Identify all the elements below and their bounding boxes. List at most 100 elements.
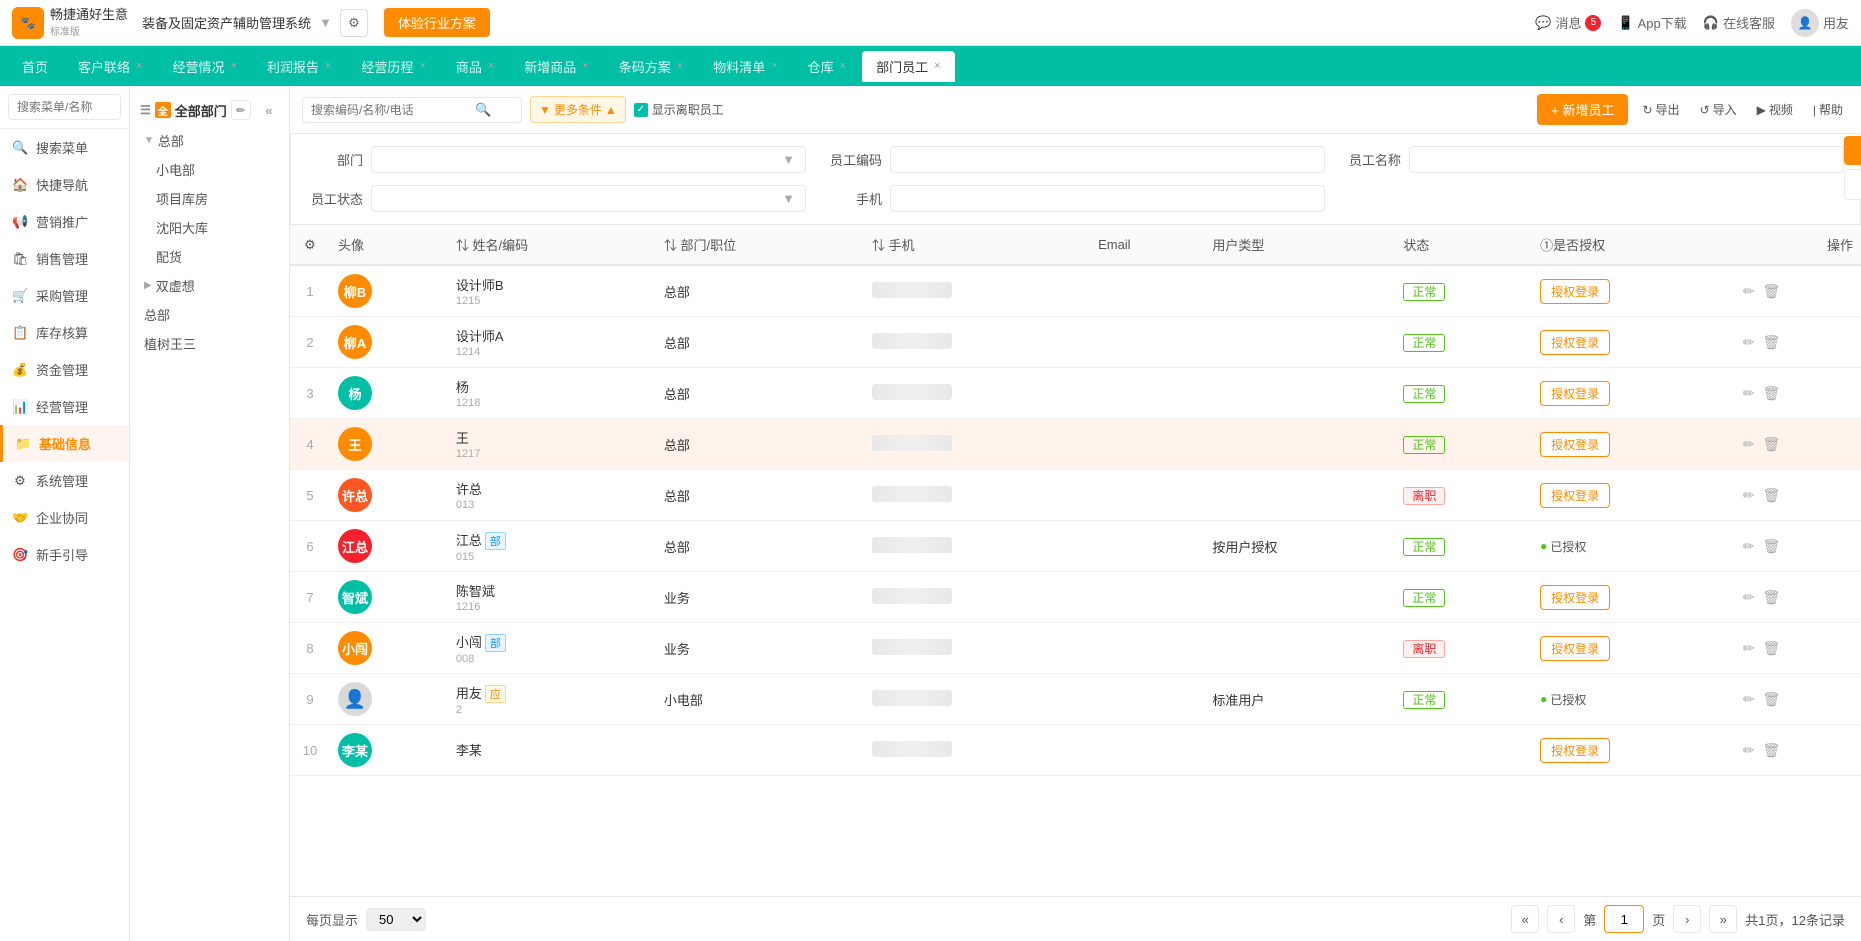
col-phone[interactable]: ⇅ 手机 bbox=[864, 225, 1090, 265]
delete-icon[interactable]: 🗑 bbox=[1763, 691, 1781, 708]
edit-icon[interactable]: ✏ bbox=[1743, 385, 1755, 402]
export-button[interactable]: ↻ 导出 bbox=[1636, 97, 1685, 122]
delete-icon[interactable]: 🗑 bbox=[1763, 640, 1781, 657]
edit-icon[interactable]: ✏ bbox=[1743, 640, 1755, 657]
app-download-button[interactable]: 📱 App下载 bbox=[1617, 13, 1686, 32]
sidebar-item-营销推广[interactable]: 📢营销推广 bbox=[0, 203, 129, 240]
sidebar-item-库存核算[interactable]: 📋库存核算 bbox=[0, 314, 129, 351]
close-icon[interactable]: × bbox=[325, 60, 331, 72]
show-inactive-checkbox[interactable]: ✓ bbox=[634, 103, 648, 117]
user-menu-button[interactable]: 👤 用友 bbox=[1791, 9, 1849, 37]
close-icon[interactable]: × bbox=[677, 60, 683, 72]
edit-icon[interactable]: ✏ bbox=[1743, 436, 1755, 453]
dept-node-zongbu2[interactable]: 总部 bbox=[130, 300, 289, 329]
sidebar-item-经营管理[interactable]: 📊经营管理 bbox=[0, 388, 129, 425]
nav-tab-经营历程[interactable]: 经营历程× bbox=[347, 51, 439, 82]
dept-collapse-button[interactable]: « bbox=[259, 100, 279, 120]
close-icon[interactable]: × bbox=[934, 60, 940, 72]
sidebar-item-销售管理[interactable]: 🛍销售管理 bbox=[0, 240, 129, 277]
delete-icon[interactable]: 🗑 bbox=[1763, 742, 1781, 759]
next-page-button[interactable]: › bbox=[1673, 905, 1701, 933]
employee-search-box[interactable]: 🔍 bbox=[302, 97, 522, 123]
settings-button[interactable]: ⚙ bbox=[340, 9, 368, 37]
prev-page-button[interactable]: ‹ bbox=[1547, 905, 1575, 933]
auth-login-button[interactable]: 授权登录 bbox=[1540, 279, 1610, 304]
trial-button[interactable]: 体验行业方案 bbox=[384, 8, 490, 37]
auth-login-button[interactable]: 授权登录 bbox=[1540, 738, 1610, 763]
nav-tab-首页[interactable]: 首页 bbox=[8, 51, 62, 82]
import-button[interactable]: ↺ 导入 bbox=[1694, 97, 1743, 122]
dept-node-shuangxuxiang[interactable]: ▶ 双虚想 bbox=[130, 271, 289, 300]
nav-tab-仓库[interactable]: 仓库× bbox=[794, 51, 860, 82]
delete-icon[interactable]: 🗑 bbox=[1763, 538, 1781, 555]
edit-icon[interactable]: ✏ bbox=[1743, 589, 1755, 606]
sidebar-item-新手引导[interactable]: 🎯新手引导 bbox=[0, 536, 129, 573]
sidebar-search-box[interactable]: 🔍 bbox=[8, 94, 121, 120]
sidebar-item-采购管理[interactable]: 🛒采购管理 bbox=[0, 277, 129, 314]
dept-node-xiangmukufang[interactable]: 项目库房 bbox=[130, 184, 289, 213]
close-icon[interactable]: × bbox=[419, 60, 425, 72]
dept-filter-select[interactable]: ▼ bbox=[371, 146, 806, 173]
close-icon[interactable]: × bbox=[771, 60, 777, 72]
edit-icon[interactable]: ✏ bbox=[1743, 742, 1755, 759]
nav-tab-条码方案[interactable]: 条码方案× bbox=[605, 51, 697, 82]
auth-login-button[interactable]: 授权登录 bbox=[1540, 330, 1610, 355]
close-icon[interactable]: × bbox=[136, 60, 142, 72]
last-page-button[interactable]: » bbox=[1709, 905, 1737, 933]
nav-tab-利润报告[interactable]: 利润报告× bbox=[253, 51, 345, 82]
phone-filter-input[interactable] bbox=[890, 185, 1325, 212]
dept-node-zonbu[interactable]: ▼ 总部 bbox=[130, 126, 289, 155]
query-button[interactable]: 查询 bbox=[1844, 136, 1861, 165]
first-page-button[interactable]: « bbox=[1511, 905, 1539, 933]
auth-login-button[interactable]: 授权登录 bbox=[1540, 381, 1610, 406]
close-icon[interactable]: × bbox=[582, 60, 588, 72]
dept-node-xiaodianbu[interactable]: 小电部 bbox=[130, 155, 289, 184]
edit-icon[interactable]: ✏ bbox=[1743, 538, 1755, 555]
delete-icon[interactable]: 🗑 bbox=[1763, 487, 1781, 504]
page-size-select[interactable]: 50 20 100 bbox=[366, 908, 426, 931]
chevron-down-icon[interactable]: ▼ bbox=[319, 15, 332, 30]
nav-tab-客户联络[interactable]: 客户联络× bbox=[64, 51, 156, 82]
edit-icon[interactable]: ✏ bbox=[1743, 487, 1755, 504]
delete-icon[interactable]: 🗑 bbox=[1763, 385, 1781, 402]
col-dept[interactable]: ⇅ 部门/职位 bbox=[656, 225, 864, 265]
sidebar-item-企业协同[interactable]: 🤝企业协同 bbox=[0, 499, 129, 536]
auth-login-button[interactable]: 授权登录 bbox=[1540, 636, 1610, 661]
empcode-filter-input[interactable] bbox=[890, 146, 1325, 173]
dept-node-shenyangdaku[interactable]: 沈阳大库 bbox=[130, 213, 289, 242]
sidebar-item-搜索菜单[interactable]: 🔍搜索菜单 bbox=[0, 129, 129, 166]
dept-node-peihuo[interactable]: 配货 bbox=[130, 242, 289, 271]
help-button[interactable]: | 帮助 bbox=[1807, 97, 1849, 122]
sidebar-search-input[interactable] bbox=[17, 100, 130, 114]
video-button[interactable]: ▶ 视频 bbox=[1751, 97, 1799, 122]
nav-tab-经营情况[interactable]: 经营情况× bbox=[158, 51, 250, 82]
show-inactive-checkbox-area[interactable]: ✓ 显示离职员工 bbox=[634, 101, 724, 118]
empname-filter-input[interactable] bbox=[1409, 146, 1844, 173]
dept-node-zhishu[interactable]: 植树王三 bbox=[130, 329, 289, 358]
nav-tab-部门员工[interactable]: 部门员工× bbox=[862, 51, 954, 82]
col-settings[interactable]: ⚙ bbox=[290, 225, 330, 265]
nav-tab-新增商品[interactable]: 新增商品× bbox=[510, 51, 602, 82]
page-number-input[interactable] bbox=[1609, 912, 1639, 927]
all-dept-label[interactable]: 全部部门 bbox=[175, 101, 227, 120]
sidebar-item-基础信息[interactable]: 📁基础信息 bbox=[0, 425, 129, 462]
delete-icon[interactable]: 🗑 bbox=[1763, 436, 1781, 453]
current-page-input[interactable] bbox=[1604, 905, 1644, 933]
edit-icon[interactable]: ✏ bbox=[1743, 334, 1755, 351]
nav-tab-商品[interactable]: 商品× bbox=[442, 51, 508, 82]
auth-login-button[interactable]: 授权登录 bbox=[1540, 483, 1610, 508]
col-name[interactable]: ⇅ 姓名/编码 bbox=[448, 225, 656, 265]
empstatus-filter-select[interactable]: ▼ bbox=[371, 185, 806, 212]
more-conditions-button[interactable]: ▼ 更多条件 ▲ bbox=[530, 96, 626, 123]
nav-tab-物料清单[interactable]: 物料清单× bbox=[699, 51, 791, 82]
close-icon[interactable]: × bbox=[840, 60, 846, 72]
close-icon[interactable]: × bbox=[488, 60, 494, 72]
dept-edit-icon[interactable]: ✏ bbox=[231, 100, 251, 120]
edit-icon[interactable]: ✏ bbox=[1743, 691, 1755, 708]
online-service-button[interactable]: 🎧 在线客服 bbox=[1703, 13, 1775, 32]
reset-button[interactable]: 设置 bbox=[1844, 169, 1861, 200]
delete-icon[interactable]: 🗑 bbox=[1763, 589, 1781, 606]
sidebar-item-快捷导航[interactable]: 🏠快捷导航 bbox=[0, 166, 129, 203]
employee-search-input[interactable] bbox=[311, 103, 471, 117]
close-icon[interactable]: × bbox=[230, 60, 236, 72]
